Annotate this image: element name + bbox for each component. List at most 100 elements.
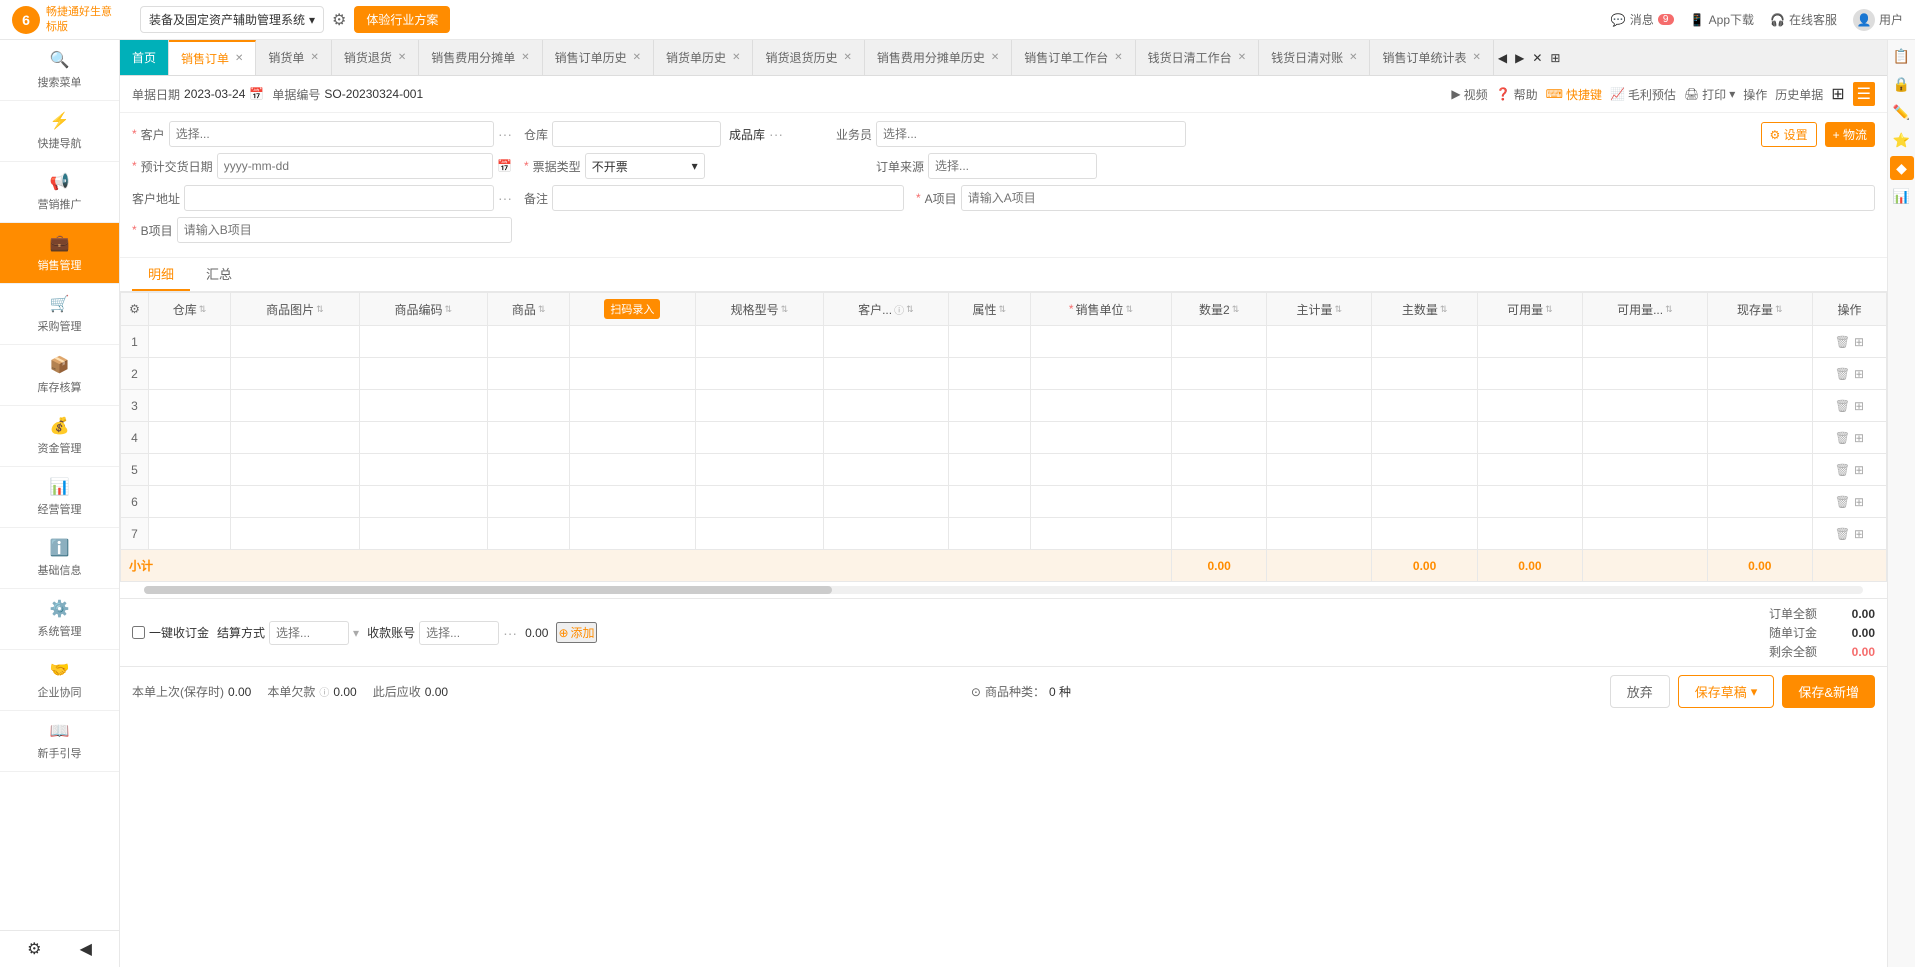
table-cell[interactable] <box>1267 390 1372 422</box>
tab-close-icon[interactable]: ✕ <box>521 52 529 63</box>
user-btn[interactable]: 👤 用户 <box>1853 9 1903 31</box>
table-cell[interactable] <box>1030 518 1171 550</box>
one-click-checkbox[interactable] <box>132 626 145 639</box>
table-cell[interactable] <box>488 422 570 454</box>
copy-icon[interactable]: ⊞ <box>1854 431 1864 445</box>
table-cell[interactable] <box>1030 422 1171 454</box>
tab-close-icon[interactable]: ✕ <box>1114 52 1122 63</box>
table-cell[interactable] <box>570 358 695 390</box>
table-cell[interactable] <box>695 454 823 486</box>
table-cell[interactable] <box>1477 326 1582 358</box>
table-cell[interactable] <box>948 518 1030 550</box>
table-cell[interactable] <box>824 518 949 550</box>
tab-close-icon[interactable]: ✕ <box>1349 52 1357 63</box>
table-cell[interactable] <box>1372 326 1477 358</box>
col-attr[interactable]: 属性⇅ <box>948 293 1030 326</box>
warehouse-input[interactable] <box>552 121 721 147</box>
tab-summary[interactable]: 汇总 <box>190 258 248 291</box>
tab-close-all-btn[interactable]: ✕ <box>1528 51 1546 65</box>
table-cell[interactable] <box>1372 390 1477 422</box>
settings-btn[interactable]: ⚙ 设置 <box>1761 122 1817 147</box>
table-cell[interactable] <box>570 518 695 550</box>
table-cell[interactable] <box>1707 390 1812 422</box>
table-cell[interactable] <box>149 422 231 454</box>
table-cell[interactable] <box>231 486 359 518</box>
invoice-type-select[interactable]: 不开票 ▾ <box>585 153 705 179</box>
col-product[interactable]: 商品⇅ <box>488 293 570 326</box>
print-btn[interactable]: 🖨 打印 ▾ <box>1684 86 1735 103</box>
table-cell[interactable] <box>359 358 487 390</box>
copy-icon[interactable]: ⊞ <box>1854 335 1864 349</box>
table-cell[interactable] <box>359 454 487 486</box>
tab-close-icon[interactable]: ✕ <box>843 52 851 63</box>
sidebar-collapse-icon[interactable]: ◀ <box>80 939 92 959</box>
copy-icon[interactable]: ⊞ <box>1854 527 1864 541</box>
table-cell[interactable] <box>149 358 231 390</box>
tab-daily-reconcile[interactable]: 钱货日清对账 ✕ <box>1259 40 1370 76</box>
table-cell[interactable] <box>231 358 359 390</box>
col-main-qty[interactable]: 主数量⇅ <box>1372 293 1477 326</box>
table-cell[interactable] <box>824 486 949 518</box>
sidebar-item-enterprise[interactable]: 🤝 企业协同 <box>0 650 119 711</box>
copy-icon[interactable]: ⊞ <box>1854 463 1864 477</box>
table-cell[interactable] <box>1477 358 1582 390</box>
table-cell[interactable] <box>1372 422 1477 454</box>
a-project-input[interactable] <box>961 185 1875 211</box>
table-cell[interactable] <box>1372 358 1477 390</box>
sidebar-item-marketing[interactable]: 📢 营销推广 <box>0 162 119 223</box>
table-cell[interactable] <box>1707 486 1812 518</box>
table-cell[interactable] <box>1707 518 1812 550</box>
info-icon-small[interactable]: ⓘ <box>319 684 329 699</box>
table-cell[interactable] <box>695 518 823 550</box>
tab-close-icon[interactable]: ✕ <box>991 52 999 63</box>
table-cell[interactable] <box>1172 486 1267 518</box>
table-cell[interactable] <box>149 518 231 550</box>
col-warehouse[interactable]: 仓库⇅ <box>149 293 231 326</box>
table-cell[interactable] <box>488 454 570 486</box>
order-source-input[interactable] <box>928 153 1097 179</box>
table-cell[interactable] <box>824 326 949 358</box>
delete-icon[interactable]: 🗑 <box>1835 335 1850 349</box>
table-cell[interactable] <box>149 486 231 518</box>
table-cell[interactable] <box>231 422 359 454</box>
layout-list-icon[interactable]: ☰ <box>1853 82 1875 106</box>
address-expand-icon[interactable]: ··· <box>498 190 512 206</box>
table-cell[interactable] <box>1267 454 1372 486</box>
tab-sales-order[interactable]: 销售订单 ✕ <box>169 40 256 76</box>
col-customer-code[interactable]: 客户...ⓘ⇅ <box>824 293 949 326</box>
table-cell[interactable] <box>1583 454 1708 486</box>
table-cell[interactable] <box>1172 454 1267 486</box>
table-cell[interactable] <box>570 454 695 486</box>
save-draft-btn[interactable]: 保存草稿 ▾ <box>1678 675 1775 708</box>
tab-detail[interactable]: 明细 <box>132 258 190 291</box>
sidebar-item-quicknav[interactable]: ⚡ 快捷导航 <box>0 101 119 162</box>
b-project-input[interactable] <box>177 217 512 243</box>
delivery-date-input[interactable] <box>217 153 493 179</box>
right-icon-edit[interactable]: ✏️ <box>1890 100 1914 124</box>
view-btn[interactable]: ▶ 视频 <box>1451 86 1487 103</box>
layout-grid-icon[interactable]: ⊞ <box>1831 84 1844 104</box>
sidebar-item-tutorial[interactable]: 📖 新手引导 <box>0 711 119 772</box>
tab-daily-workbench[interactable]: 钱货日清工作台 ✕ <box>1136 40 1259 76</box>
table-cell[interactable] <box>488 518 570 550</box>
system-selector[interactable]: 装备及固定资产辅助管理系统 ▾ <box>140 6 324 33</box>
table-cell[interactable] <box>488 326 570 358</box>
table-cell[interactable] <box>359 326 487 358</box>
tab-close-icon[interactable]: ✕ <box>398 52 406 63</box>
tab-expand-btn[interactable]: ⊞ <box>1546 51 1564 65</box>
notification-btn[interactable]: 💬 消息 9 <box>1611 11 1674 28</box>
tab-close-icon[interactable]: ✕ <box>732 52 740 63</box>
discard-btn[interactable]: 放弃 <box>1610 675 1670 708</box>
copy-icon[interactable]: ⊞ <box>1854 495 1864 509</box>
table-cell[interactable] <box>695 486 823 518</box>
account-expand-icon[interactable]: ··· <box>503 625 517 641</box>
right-icon-star[interactable]: ⭐ <box>1890 128 1914 152</box>
shortcut-btn[interactable]: ⌨ 快捷键 <box>1546 86 1602 103</box>
right-icon-lock[interactable]: 🔒 <box>1890 72 1914 96</box>
settings-icon[interactable]: ⚙ <box>332 10 346 30</box>
calendar-icon[interactable]: 📅 <box>249 87 264 101</box>
tab-order-history[interactable]: 销售订单历史 ✕ <box>543 40 654 76</box>
table-cell[interactable] <box>1030 486 1171 518</box>
app-download-btn[interactable]: 📱 App下载 <box>1690 11 1754 28</box>
table-cell[interactable] <box>1477 486 1582 518</box>
